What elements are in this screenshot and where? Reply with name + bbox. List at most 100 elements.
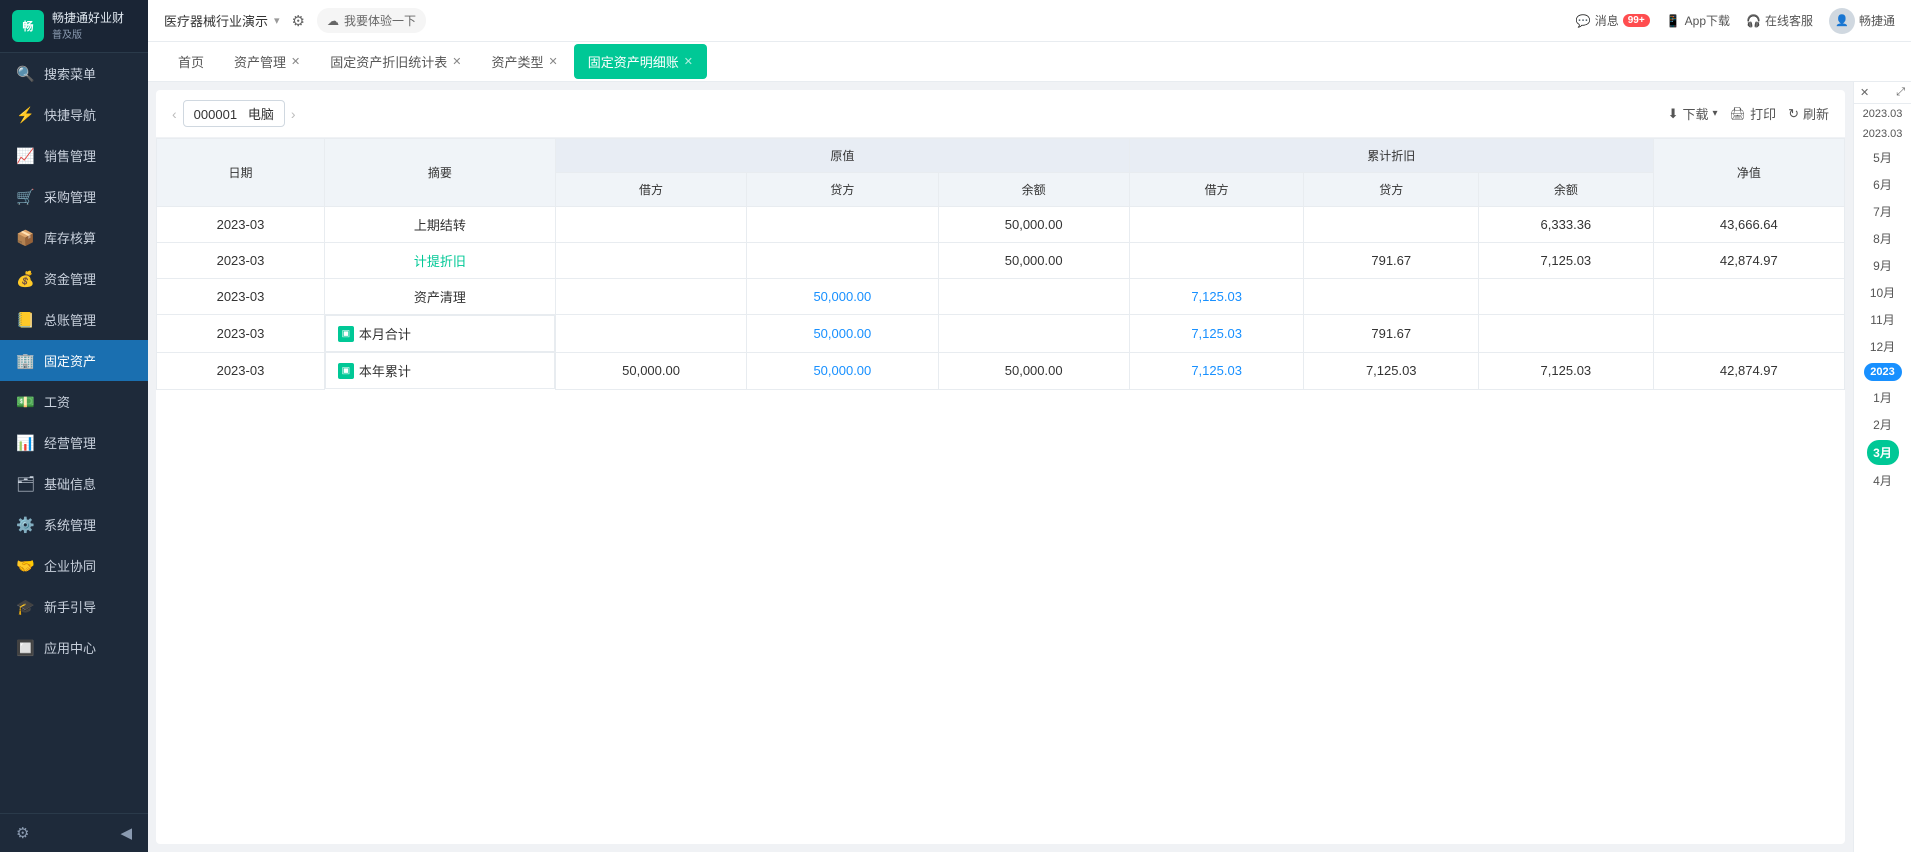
sidebar-item-basic[interactable]: 🗂 基础信息 bbox=[0, 463, 148, 504]
cell-orig-debit bbox=[555, 279, 746, 315]
company-name: 医疗器械行业演示 bbox=[164, 11, 268, 30]
topbar-settings-icon[interactable]: ⚙ bbox=[292, 12, 305, 30]
sidebar-item-collab[interactable]: 🤝 企业协同 bbox=[0, 545, 148, 586]
panel-expand-button[interactable]: ⤢ bbox=[1896, 86, 1905, 99]
sidebar-item-quicknav[interactable]: ⚡ 快捷导航 bbox=[0, 94, 148, 135]
sidebar-item-sales[interactable]: 📈 销售管理 bbox=[0, 135, 148, 176]
timeline-month-item[interactable]: 11月 bbox=[1854, 306, 1911, 333]
panel-close-button[interactable]: ✕ bbox=[1860, 86, 1869, 99]
timeline-year-badge[interactable]: 2023 bbox=[1864, 363, 1902, 381]
tab-home[interactable]: 首页 bbox=[164, 44, 218, 79]
close-icon[interactable]: ✕ bbox=[684, 55, 693, 68]
sidebar-item-purchase[interactable]: 🛒 采购管理 bbox=[0, 176, 148, 217]
user-profile[interactable]: 👤 畅捷通 bbox=[1829, 8, 1895, 34]
timeline-month-item[interactable]: 4月 bbox=[1854, 467, 1911, 494]
close-icon[interactable]: ✕ bbox=[549, 55, 558, 68]
cell-orig-credit: 50,000.00 bbox=[747, 352, 938, 389]
download-button[interactable]: ⬇ 下载 ▾ bbox=[1668, 104, 1718, 123]
timeline-month-item[interactable]: 1月 bbox=[1854, 384, 1911, 411]
customer-service-button[interactable]: 🎧 在线客服 bbox=[1746, 12, 1813, 29]
timeline-year-header: 2023.03 bbox=[1854, 104, 1911, 124]
notification-icon: 💬 bbox=[1576, 14, 1591, 28]
table-row: 2023-03 计提折旧 50,000.00 791.67 7,125.03 4… bbox=[157, 243, 1845, 279]
cell-acc-balance: 7,125.03 bbox=[1479, 352, 1654, 389]
cell-acc-balance: 7,125.03 bbox=[1479, 243, 1654, 279]
asset-detail-table: 日期 摘要 原值 累计折旧 净值 借方 贷方 余额 借方 贷方 余额 bbox=[156, 138, 1845, 390]
table-row: 2023-03 ▣ 本月合计 50,000.00 7,125.03 791.67 bbox=[157, 315, 1845, 353]
sidebar-item-label: 快捷导航 bbox=[44, 105, 96, 124]
close-icon[interactable]: ✕ bbox=[452, 55, 461, 68]
timeline-month-item[interactable]: 12月 bbox=[1854, 333, 1911, 360]
timeline-month-item[interactable]: 9月 bbox=[1854, 252, 1911, 279]
sidebar-item-label: 固定资产 bbox=[44, 351, 96, 370]
refresh-button[interactable]: ↻ 刷新 bbox=[1788, 104, 1829, 123]
sidebar-item-fixed[interactable]: 🏢 固定资产 bbox=[0, 340, 148, 381]
system-icon: ⚙️ bbox=[16, 516, 34, 534]
table-container: 日期 摘要 原值 累计折旧 净值 借方 贷方 余额 借方 贷方 余额 bbox=[156, 138, 1845, 844]
guide-icon: 🎓 bbox=[16, 598, 34, 616]
app-download-button[interactable]: 📱 App下载 bbox=[1666, 12, 1730, 29]
collapse-icon[interactable]: ◀ bbox=[120, 824, 132, 842]
th-orig-balance: 余额 bbox=[938, 173, 1129, 207]
timeline-month-item[interactable]: 3月 bbox=[1867, 440, 1899, 465]
th-original-value: 原值 bbox=[555, 139, 1129, 173]
sidebar-item-ledger[interactable]: 📒 总账管理 bbox=[0, 299, 148, 340]
cell-summary[interactable]: ▣ 本月合计 bbox=[325, 315, 555, 352]
th-orig-credit: 贷方 bbox=[747, 173, 938, 207]
sidebar-item-label: 经营管理 bbox=[44, 433, 96, 452]
table-row: 2023-03 资产清理 50,000.00 7,125.03 bbox=[157, 279, 1845, 315]
cell-orig-balance: 50,000.00 bbox=[938, 352, 1129, 389]
collab-icon: 🤝 bbox=[16, 557, 34, 575]
print-button[interactable]: 🖨 打印 bbox=[1730, 104, 1777, 123]
cell-acc-debit bbox=[1129, 243, 1304, 279]
prev-asset-button[interactable]: ‹ bbox=[172, 106, 177, 122]
sidebar-item-guide[interactable]: 🎓 新手引导 bbox=[0, 586, 148, 627]
timeline-month-item[interactable]: 6月 bbox=[1854, 171, 1911, 198]
timeline-month-item[interactable]: 10月 bbox=[1854, 279, 1911, 306]
tab-depreciation[interactable]: 固定资产折旧统计表 ✕ bbox=[316, 44, 475, 79]
cell-orig-credit: 50,000.00 bbox=[747, 279, 938, 315]
tab-detail[interactable]: 固定资产明细账 ✕ bbox=[574, 44, 707, 79]
timeline-month-item[interactable]: 7月 bbox=[1854, 198, 1911, 225]
cell-acc-balance bbox=[1479, 315, 1654, 353]
cell-net-value: 43,666.64 bbox=[1653, 207, 1844, 243]
notification-button[interactable]: 💬 消息 99+ bbox=[1576, 12, 1650, 29]
company-selector[interactable]: 医疗器械行业演示 ▾ bbox=[164, 11, 280, 30]
sidebar-item-salary[interactable]: 💵 工资 bbox=[0, 381, 148, 422]
tab-asset-type[interactable]: 资产类型 ✕ bbox=[477, 44, 571, 79]
settings-icon[interactable]: ⚙ bbox=[16, 824, 29, 842]
headset-icon: 🎧 bbox=[1746, 14, 1761, 28]
sidebar-item-label: 新手引导 bbox=[44, 597, 96, 616]
sidebar-item-label: 搜索菜单 bbox=[44, 64, 96, 83]
inventory-icon: 📦 bbox=[16, 229, 34, 247]
experience-button[interactable]: ☁ 我要体验一下 bbox=[317, 8, 426, 33]
timeline-month-item[interactable]: 5月 bbox=[1854, 144, 1911, 171]
sidebar-item-app[interactable]: 🔲 应用中心 bbox=[0, 627, 148, 668]
timeline-month-item[interactable]: 2月 bbox=[1854, 411, 1911, 438]
sidebar-item-capital[interactable]: 💰 资金管理 bbox=[0, 258, 148, 299]
sub-header: ‹ 000001 电脑 › ⬇ 下载 ▾ 🖨 bbox=[156, 90, 1845, 138]
cell-orig-balance: 50,000.00 bbox=[938, 207, 1129, 243]
next-asset-button[interactable]: › bbox=[291, 106, 296, 122]
cell-summary[interactable]: 计提折旧 bbox=[324, 243, 555, 279]
sidebar-item-search[interactable]: 🔍 搜索菜单 bbox=[0, 53, 148, 94]
th-net-value: 净值 bbox=[1653, 139, 1844, 207]
sidebar-item-label: 应用中心 bbox=[44, 638, 96, 657]
sidebar-item-label: 库存核算 bbox=[44, 228, 96, 247]
right-panel: ✕ ⤢ 2023.032023.035月6月7月8月9月10月11月12月202… bbox=[1853, 82, 1911, 852]
timeline-month-item[interactable]: 8月 bbox=[1854, 225, 1911, 252]
cell-orig-balance bbox=[938, 279, 1129, 315]
sidebar-item-inventory[interactable]: 📦 库存核算 bbox=[0, 217, 148, 258]
cell-date: 2023-03 bbox=[157, 207, 325, 243]
tab-asset-mgmt[interactable]: 资产管理 ✕ bbox=[220, 44, 314, 79]
capital-icon: 💰 bbox=[16, 270, 34, 288]
table-row: 2023-03 ▣ 本年累计 50,000.00 50,000.00 50,00… bbox=[157, 352, 1845, 389]
sidebar-item-ops[interactable]: 📊 经营管理 bbox=[0, 422, 148, 463]
topbar: 医疗器械行业演示 ▾ ⚙ ☁ 我要体验一下 💬 消息 99+ 📱 App下载 🎧… bbox=[148, 0, 1911, 42]
th-summary: 摘要 bbox=[324, 139, 555, 207]
ledger-icon: 📒 bbox=[16, 311, 34, 329]
close-icon[interactable]: ✕ bbox=[291, 55, 300, 68]
purchase-icon: 🛒 bbox=[16, 188, 34, 206]
sidebar-item-system[interactable]: ⚙️ 系统管理 bbox=[0, 504, 148, 545]
cell-summary[interactable]: ▣ 本年累计 bbox=[325, 352, 555, 389]
